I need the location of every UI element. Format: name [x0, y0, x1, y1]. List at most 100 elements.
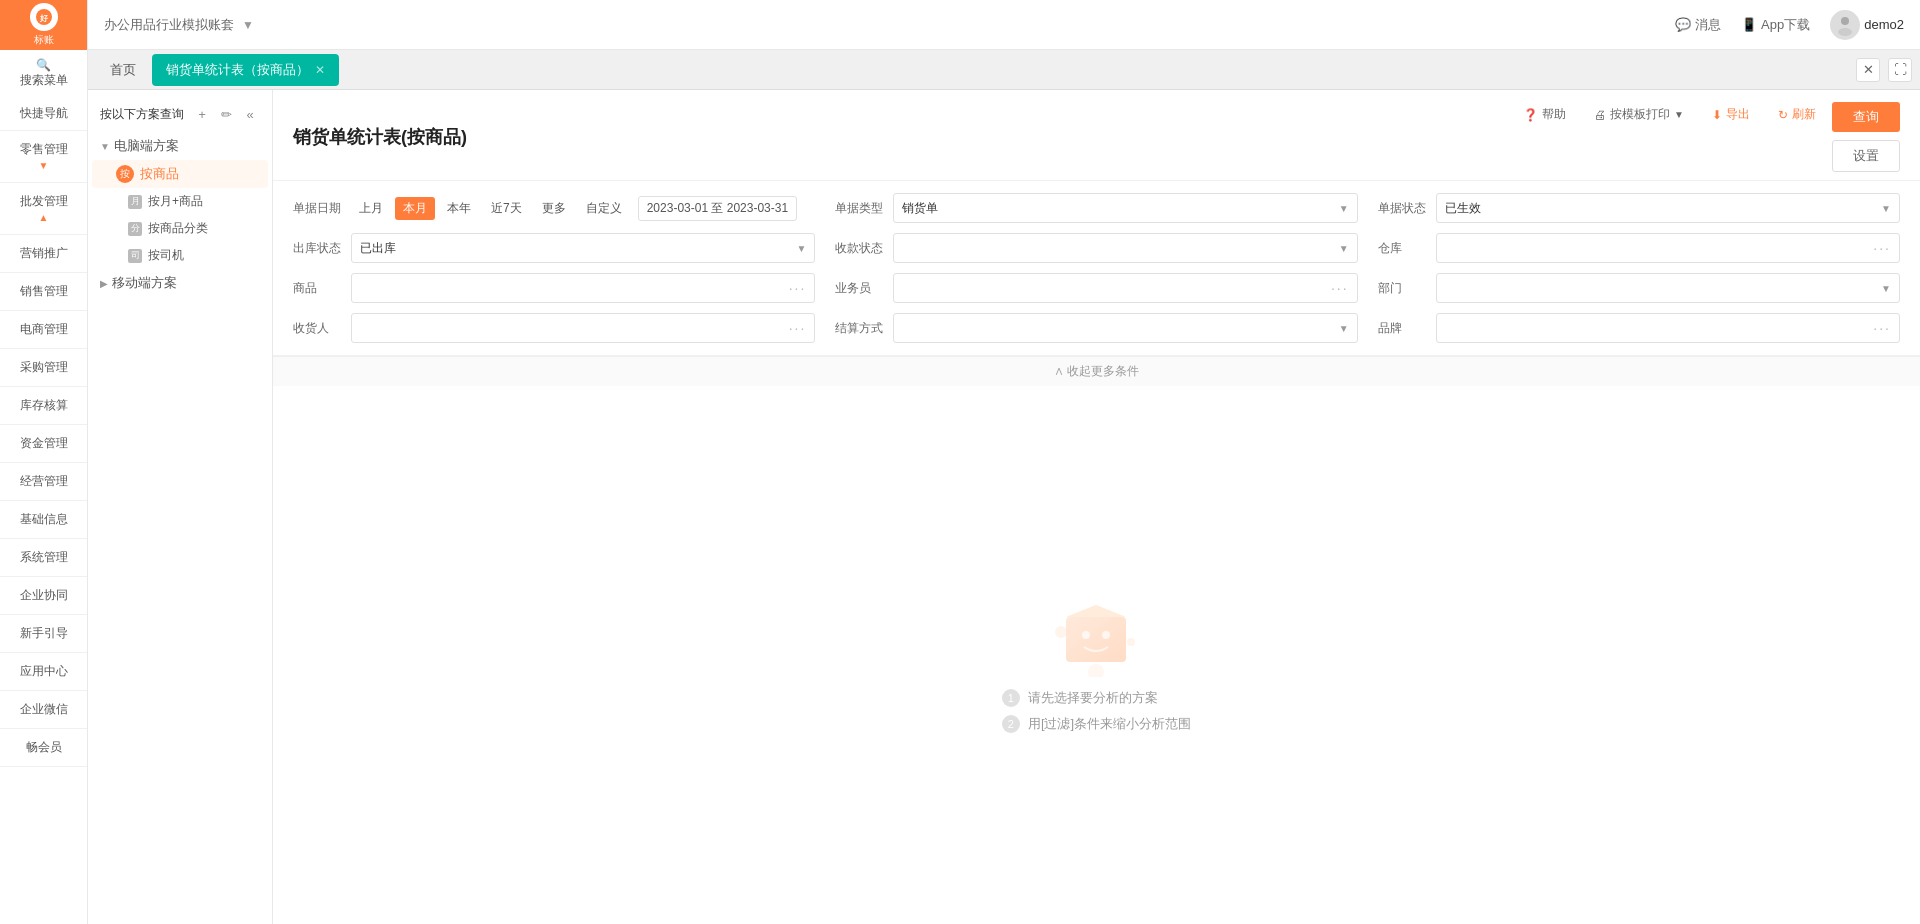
- filter-payment-status: 收款状态 ▼: [835, 233, 1357, 263]
- tree-item-by-product[interactable]: 按 按商品: [92, 160, 268, 188]
- tab-close-icon[interactable]: ✕: [315, 63, 325, 77]
- date-tab-7days[interactable]: 近7天: [483, 197, 530, 220]
- doc-type-input[interactable]: 销货单 ▼: [893, 193, 1357, 223]
- user-name[interactable]: demo2: [1864, 17, 1904, 32]
- tip-num-2: 2: [1002, 715, 1020, 733]
- right-panel: 销货单统计表(按商品) ❓ 帮助 🖨 按模板打印 ▼ ⬇: [273, 90, 1920, 924]
- print-arrow-icon: ▼: [1674, 109, 1684, 120]
- driver-icon: 司: [128, 249, 142, 263]
- stock-status-value: 已出库: [360, 240, 396, 257]
- doc-type-label: 单据类型: [835, 200, 885, 217]
- sidebar-item-retail[interactable]: 零售管理 ▼: [0, 131, 87, 183]
- tab-bar: 首页 销货单统计表（按商品） ✕ ✕ ⛶: [88, 50, 1920, 90]
- product-scheme-icon: 按: [116, 165, 134, 183]
- warehouse-dots-icon: ···: [1873, 240, 1891, 256]
- date-tab-last-month[interactable]: 上月: [351, 197, 391, 220]
- filter-row-3: 商品 ··· 业务员 ··· 部门: [293, 273, 1900, 303]
- date-tab-this-year[interactable]: 本年: [439, 197, 479, 220]
- svg-marker-5: [1066, 605, 1126, 617]
- sidebar-item-marketing[interactable]: 营销推广: [0, 235, 87, 273]
- date-label: 单据日期: [293, 200, 343, 217]
- brand-dots-icon: ···: [1873, 320, 1891, 336]
- date-tab-more[interactable]: 更多: [534, 197, 574, 220]
- filter-brand: 品牌 ···: [1378, 313, 1900, 343]
- sidebar-item-sales[interactable]: 销售管理: [0, 273, 87, 311]
- app-download-label: App下载: [1761, 16, 1810, 34]
- stock-status-input[interactable]: 已出库 ▼: [351, 233, 815, 263]
- department-input[interactable]: ▼: [1436, 273, 1900, 303]
- tab-home[interactable]: 首页: [96, 54, 150, 86]
- sidebar-item-inventory[interactable]: 库存核算: [0, 387, 87, 425]
- user-profile[interactable]: demo2: [1830, 10, 1904, 40]
- sidebar-item-wholesale[interactable]: 批发管理 ▲: [0, 183, 87, 235]
- sidebar-item-basic[interactable]: 基础信息: [0, 501, 87, 539]
- tree-group-mobile: ▶ 移动端方案: [88, 269, 272, 297]
- date-tab-this-month[interactable]: 本月: [395, 197, 435, 220]
- tab-expand-button[interactable]: ⛶: [1888, 58, 1912, 82]
- tree-item-by-driver[interactable]: 司 按司机: [92, 242, 268, 269]
- category-icon: 分: [128, 222, 142, 236]
- refresh-icon: ↻: [1778, 108, 1788, 122]
- empty-tip-1: 1 请先选择要分析的方案: [1002, 689, 1191, 707]
- sidebar-item-finance[interactable]: 资金管理: [0, 425, 87, 463]
- sidebar-item-ecommerce[interactable]: 电商管理: [0, 311, 87, 349]
- page-title-bar: 销货单统计表(按商品) ❓ 帮助 🖨 按模板打印 ▼ ⬇: [273, 90, 1920, 181]
- tree-item-by-driver-label: 按司机: [148, 247, 184, 264]
- doc-status-label: 单据状态: [1378, 200, 1428, 217]
- filter-area: 单据日期 上月 本月 本年 近7天 更多 自定义 2023-03-01 至 20…: [273, 181, 1920, 356]
- filter-product: 商品 ···: [293, 273, 815, 303]
- add-scheme-button[interactable]: +: [192, 104, 212, 124]
- stock-status-label: 出库状态: [293, 240, 343, 257]
- sidebar-item-enterprise[interactable]: 企业协同: [0, 577, 87, 615]
- payment-status-arrow-icon: ▼: [1339, 243, 1349, 254]
- sidebar-item-wecom[interactable]: 企业微信: [0, 691, 87, 729]
- sidebar-item-onboarding[interactable]: 新手引导: [0, 615, 87, 653]
- settlement-input[interactable]: ▼: [893, 313, 1357, 343]
- tab-close-all-button[interactable]: ✕: [1856, 58, 1880, 82]
- tab-home-label: 首页: [110, 61, 136, 79]
- warehouse-input[interactable]: ···: [1436, 233, 1900, 263]
- help-button[interactable]: ❓ 帮助: [1515, 102, 1574, 127]
- help-label: 帮助: [1542, 106, 1566, 123]
- query-button[interactable]: 查询: [1832, 102, 1900, 132]
- date-tab-custom[interactable]: 自定义: [578, 197, 630, 220]
- sidebar-item-purchase[interactable]: 采购管理: [0, 349, 87, 387]
- sidebar-item-search[interactable]: 🔍 搜索菜单: [0, 50, 87, 97]
- edit-scheme-button[interactable]: ✏: [216, 104, 236, 124]
- tab-sales-stat[interactable]: 销货单统计表（按商品） ✕: [152, 54, 339, 86]
- sidebar-item-system[interactable]: 系统管理: [0, 539, 87, 577]
- receiver-input[interactable]: ···: [351, 313, 815, 343]
- sidebar-item-quick-nav[interactable]: 快捷导航: [0, 97, 87, 131]
- tree-arrow-mobile: ▶: [100, 278, 108, 289]
- tree-item-by-month-product[interactable]: 月 按月+商品: [92, 188, 268, 215]
- tree-item-by-month-product-label: 按月+商品: [148, 193, 203, 210]
- refresh-button[interactable]: ↻ 刷新: [1770, 102, 1824, 127]
- tree-group-mobile-header[interactable]: ▶ 移动端方案: [92, 269, 268, 297]
- settings-button[interactable]: 设置: [1832, 140, 1900, 172]
- collapse-bar[interactable]: ∧ 收起更多条件: [273, 356, 1920, 386]
- print-button[interactable]: 🖨 按模板打印 ▼: [1586, 102, 1692, 127]
- breadcrumb-arrow: ▼: [242, 18, 254, 32]
- payment-status-input[interactable]: ▼: [893, 233, 1357, 263]
- export-icon: ⬇: [1712, 108, 1722, 122]
- main-area: 办公用品行业模拟账套 ▼ 💬 消息 📱 App下载 demo2 首页: [88, 0, 1920, 924]
- message-button[interactable]: 💬 消息: [1675, 16, 1721, 34]
- sidebar-item-operations[interactable]: 经营管理: [0, 463, 87, 501]
- doc-type-arrow-icon: ▼: [1339, 203, 1349, 214]
- breadcrumb: 办公用品行业模拟账套: [104, 16, 234, 34]
- svg-point-7: [1102, 631, 1110, 639]
- sidebar-item-membership[interactable]: 畅会员: [0, 729, 87, 767]
- doc-status-input[interactable]: 已生效 ▼: [1436, 193, 1900, 223]
- tree-group-mobile-label: 移动端方案: [112, 274, 177, 292]
- tree-item-by-category[interactable]: 分 按商品分类: [92, 215, 268, 242]
- salesperson-input[interactable]: ···: [893, 273, 1357, 303]
- tree-group-desktop-header[interactable]: ▼ 电脑端方案: [92, 132, 268, 160]
- date-range[interactable]: 2023-03-01 至 2023-03-31: [638, 196, 797, 221]
- collapse-panel-button[interactable]: «: [240, 104, 260, 124]
- product-dots-icon: ···: [789, 280, 807, 296]
- sidebar-item-apps[interactable]: 应用中心: [0, 653, 87, 691]
- export-button[interactable]: ⬇ 导出: [1704, 102, 1758, 127]
- product-input[interactable]: ···: [351, 273, 815, 303]
- brand-input[interactable]: ···: [1436, 313, 1900, 343]
- app-download-button[interactable]: 📱 App下载: [1741, 16, 1810, 34]
